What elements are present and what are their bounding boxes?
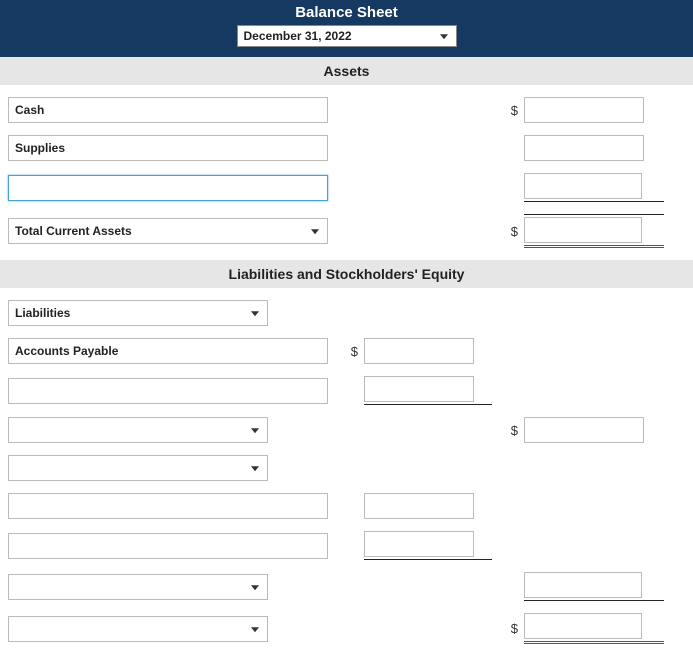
liab-subtotal-amount-2[interactable]: [524, 572, 642, 598]
liab-label-2[interactable]: [8, 378, 328, 404]
date-select-value: December 31, 2022: [244, 29, 352, 43]
liab-subtotal-select-1[interactable]: [8, 417, 268, 443]
liab-amount-1[interactable]: [364, 338, 474, 364]
asset-total-select[interactable]: Total Current Assets: [8, 218, 328, 244]
asset-total-select-value: Total Current Assets: [15, 224, 132, 238]
currency-symbol: $: [508, 423, 524, 438]
equity-label-1[interactable]: [8, 493, 328, 519]
equity-amount-2[interactable]: [364, 531, 474, 557]
liab-subtotal-select-2[interactable]: [8, 574, 268, 600]
liab-label-1[interactable]: [8, 338, 328, 364]
asset-label-1[interactable]: [8, 97, 328, 123]
asset-label-3[interactable]: [8, 175, 328, 201]
currency-symbol: $: [508, 224, 524, 239]
equity-label-2[interactable]: [8, 533, 328, 559]
equity-amount-1[interactable]: [364, 493, 474, 519]
liab-subtotal-amount-1[interactable]: [524, 417, 644, 443]
section-liab-header: Liabilities and Stockholders' Equity: [0, 260, 693, 288]
liab-section-select-1[interactable]: Liabilities: [8, 300, 268, 326]
currency-symbol: $: [348, 344, 364, 359]
header-bar: Balance Sheet December 31, 2022: [0, 0, 693, 57]
assets-grid: $ Total Current Assets $: [0, 85, 693, 260]
liab-total-amount[interactable]: [524, 613, 642, 639]
liab-amount-2[interactable]: [364, 376, 474, 402]
asset-amount-3[interactable]: [524, 173, 642, 199]
asset-amount-2[interactable]: [524, 135, 644, 161]
currency-symbol: $: [508, 621, 524, 636]
currency-symbol: $: [508, 103, 524, 118]
section-assets-header: Assets: [0, 57, 693, 85]
page-title: Balance Sheet: [0, 4, 693, 25]
asset-label-2[interactable]: [8, 135, 328, 161]
liab-section-select-2[interactable]: [8, 455, 268, 481]
liab-section-select-1-value: Liabilities: [15, 306, 70, 320]
liab-total-select[interactable]: [8, 616, 268, 642]
date-select[interactable]: December 31, 2022: [237, 25, 457, 47]
asset-total-amount[interactable]: [524, 217, 642, 243]
liab-grid: Liabilities $ $: [0, 288, 693, 656]
asset-amount-1[interactable]: [524, 97, 644, 123]
